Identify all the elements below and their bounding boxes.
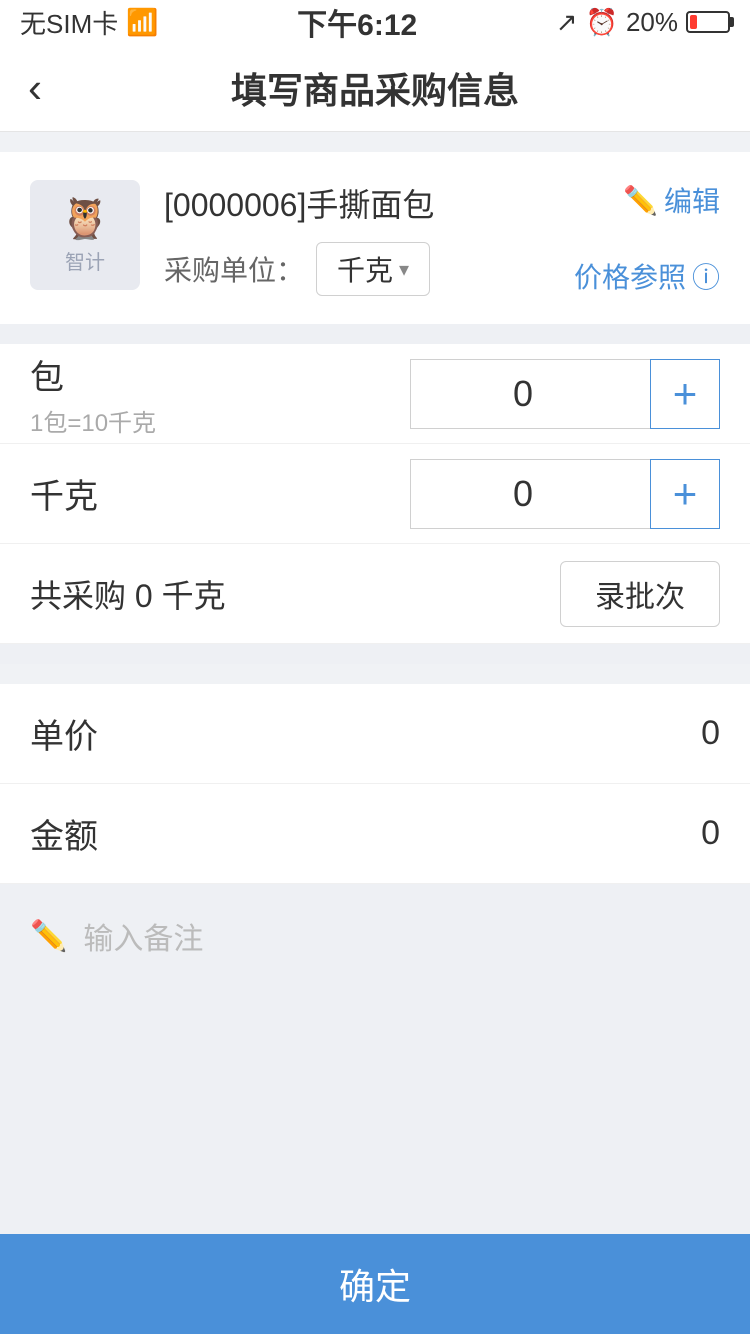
confirm-button[interactable]: 确定 [0, 1234, 750, 1334]
unit-price-value: 0 [701, 714, 720, 753]
kg-label-group: 千克 [30, 469, 98, 518]
remark-placeholder: 输入备注 [83, 914, 203, 958]
summary-text: 共采购 0 千克 [30, 571, 226, 617]
battery-fill [690, 15, 697, 29]
unit-select[interactable]: 千克 ▾ [316, 242, 430, 296]
section-divider-2 [0, 644, 750, 664]
bag-sublabel: 1包=10千克 [30, 403, 156, 438]
unit-price-label: 单价 [30, 709, 98, 758]
unit-label: 采购单位： [164, 249, 304, 289]
section-divider-1 [0, 324, 750, 344]
summary-row: 共采购 0 千克 录批次 [0, 544, 750, 644]
nav-bar: ‹ 填写商品采购信息 [0, 44, 750, 132]
battery-percent: 20% [626, 7, 678, 38]
bag-label: 包 [30, 350, 156, 399]
status-bar-left: 无SIM卡 📶 [20, 4, 159, 41]
unit-price-row: 单价 0 [0, 684, 750, 784]
amount-label: 金额 [30, 809, 98, 858]
page-title: 填写商品采购信息 [231, 62, 519, 114]
price-ref-label: 价格参照 [574, 256, 686, 296]
price-ref-button[interactable]: 价格参照 ⓘ [574, 256, 720, 296]
kg-input-row: 千克 + [0, 444, 750, 544]
bag-input-row: 包 1包=10千克 + [0, 344, 750, 444]
amount-value: 0 [701, 814, 720, 853]
unit-value: 千克 [337, 249, 393, 289]
product-logo-icon: 🦉 [60, 195, 110, 242]
kg-input-control: + [410, 459, 720, 529]
alarm-icon: ⏰ [586, 7, 618, 38]
bag-plus-button[interactable]: + [650, 359, 720, 429]
info-icon: ⓘ [692, 256, 720, 296]
remark-input-row[interactable]: ✏️ 输入备注 [30, 914, 720, 958]
kg-quantity-input[interactable] [410, 459, 650, 529]
edit-button[interactable]: ✏️ 编辑 [623, 180, 720, 220]
carrier-text: 无SIM卡 [20, 4, 118, 41]
chevron-down-icon: ▾ [399, 257, 409, 282]
back-button[interactable]: ‹ [28, 64, 42, 112]
product-logo-text: 智计 [65, 246, 105, 275]
status-bar: 无SIM卡 📶 下午6:12 ↗ ⏰ 20% [0, 0, 750, 44]
confirm-label: 确定 [339, 1258, 411, 1310]
bag-input-control: + [410, 359, 720, 429]
location-icon: ↗ [556, 7, 578, 38]
product-image: 🦉 智计 [30, 180, 140, 290]
pencil-icon: ✏️ [30, 919, 67, 954]
status-bar-time: 下午6:12 [297, 0, 417, 44]
input-section: 包 1包=10千克 + 千克 + 共采购 0 千克 录批次 [0, 344, 750, 644]
wifi-icon: 📶 [126, 7, 158, 38]
batch-button[interactable]: 录批次 [560, 561, 720, 627]
battery-icon [686, 11, 730, 33]
bag-quantity-input[interactable] [410, 359, 650, 429]
status-bar-right: ↗ ⏰ 20% [556, 7, 730, 38]
bag-label-group: 包 1包=10千克 [30, 350, 156, 438]
price-info-section: 单价 0 金额 0 [0, 684, 750, 884]
product-card: 🦉 智计 [0000006]手撕面包 采购单位： 千克 ▾ ✏️ 编辑 价格参照… [0, 152, 750, 324]
amount-row: 金额 0 [0, 784, 750, 884]
kg-plus-button[interactable]: + [650, 459, 720, 529]
remark-section: ✏️ 输入备注 [0, 884, 750, 1244]
edit-icon: ✏️ [623, 184, 658, 217]
kg-label: 千克 [30, 469, 98, 518]
